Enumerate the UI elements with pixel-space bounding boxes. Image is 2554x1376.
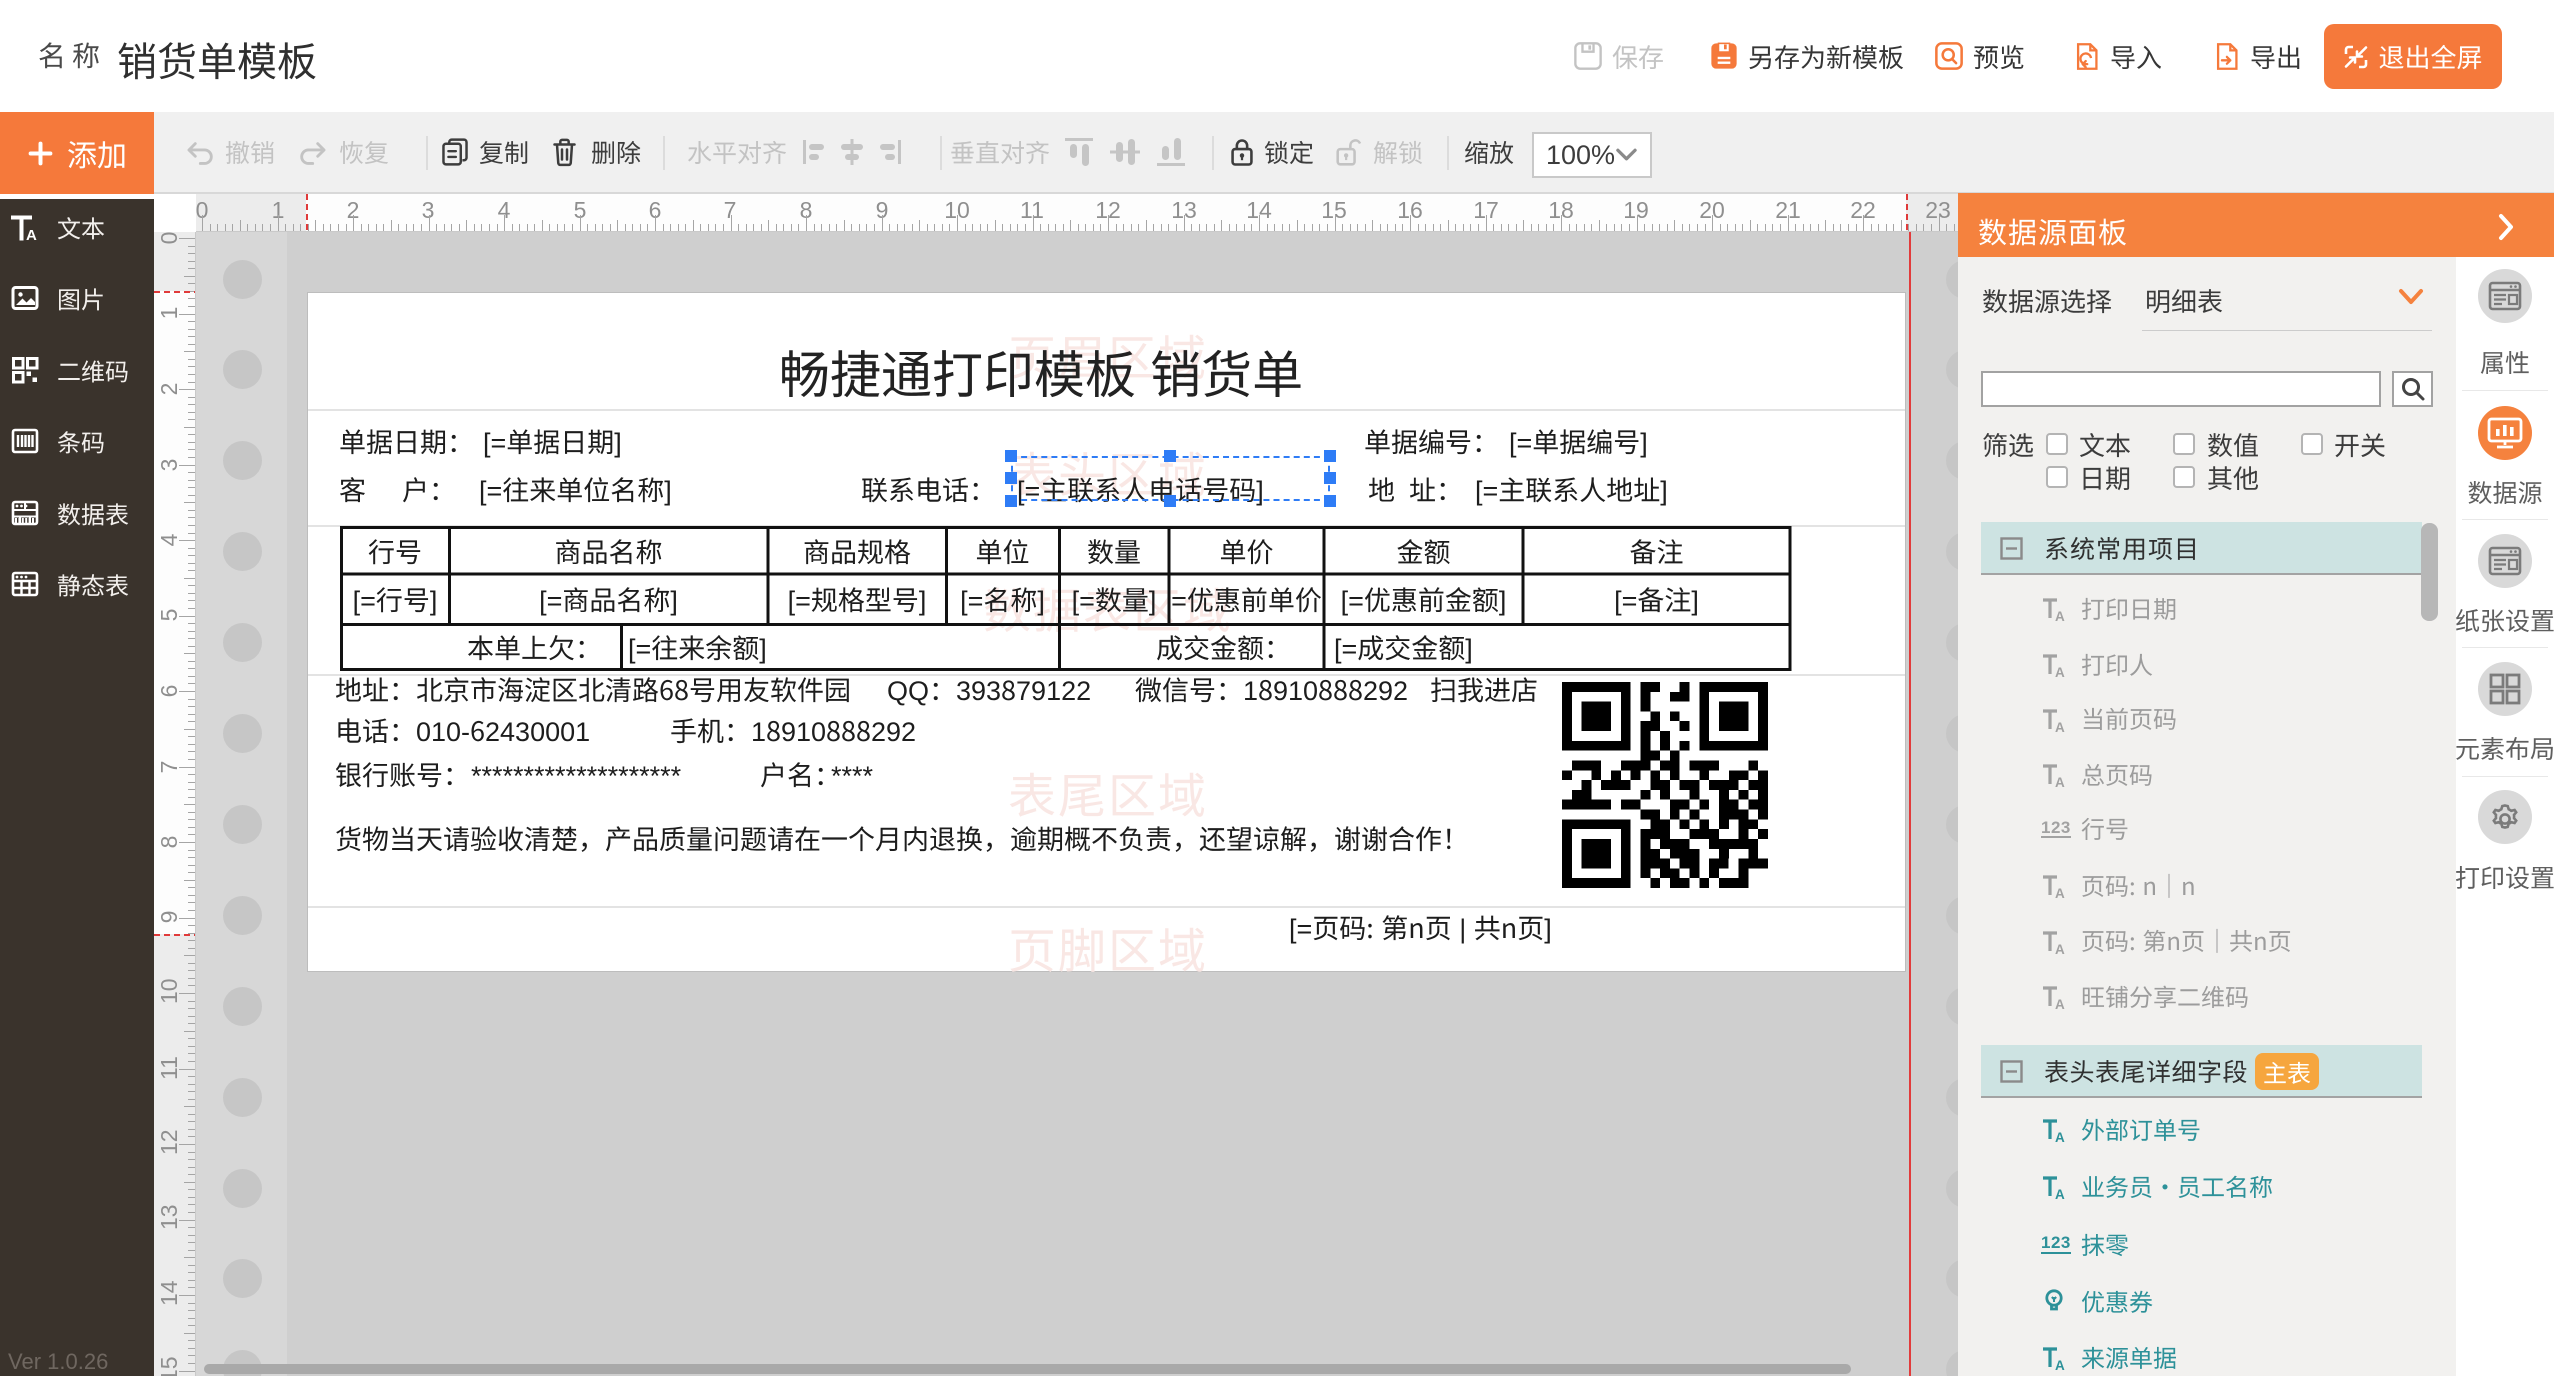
svg-text:A: A: [2055, 942, 2065, 955]
svg-text:A: A: [2055, 720, 2065, 733]
svg-text:A: A: [2055, 1187, 2065, 1200]
svg-text:A: A: [2055, 997, 2065, 1010]
svg-text:A: A: [26, 227, 37, 241]
svg-text:A: A: [2055, 1358, 2065, 1371]
svg-text:A: A: [2055, 886, 2065, 899]
svg-text:A: A: [2055, 609, 2065, 622]
svg-text:A: A: [2055, 775, 2065, 788]
svg-text:A: A: [2055, 1130, 2065, 1143]
svg-text:A: A: [2055, 665, 2065, 678]
